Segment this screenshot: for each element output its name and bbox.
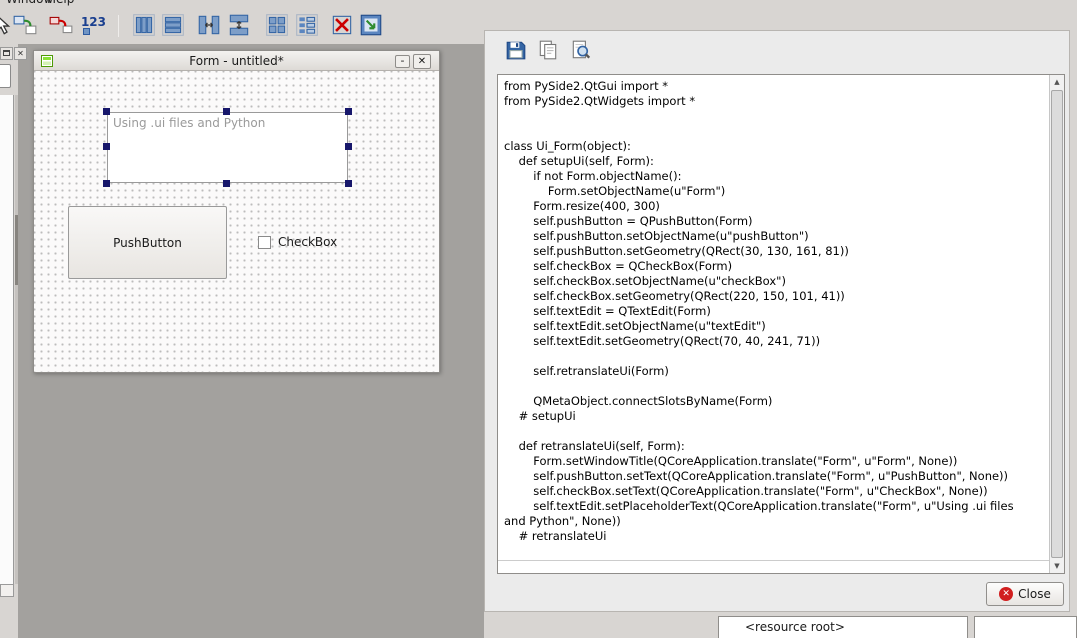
selection-handle-nw[interactable] [103,108,110,115]
close-button[interactable]: ✕ Close [986,582,1064,606]
layout-vertical-icon[interactable] [160,12,186,38]
dock-float-button[interactable] [0,47,13,60]
checkbox-label: CheckBox [278,235,337,249]
tab-order-square [83,28,90,35]
resource-browser-tree[interactable]: <resource root> [718,616,968,638]
scroll-down-icon[interactable]: ▼ [1050,559,1064,573]
find-icon[interactable] [570,39,592,61]
checkbox-indicator[interactable] [258,236,271,249]
widgetbox-panel [0,95,14,584]
copy-icon[interactable] [537,39,559,61]
form-window-title: Form - untitled* [34,54,439,68]
selection-handle-se[interactable] [345,180,352,187]
widgetbox-filter-input[interactable] [0,64,11,88]
toolbar-separator [118,15,119,37]
selection-handle-e[interactable] [345,143,352,150]
tab-order-label: 123 [81,15,106,29]
scrollbar-thumb[interactable] [1051,90,1063,558]
scroll-up-icon[interactable]: ▲ [1050,75,1064,89]
close-button-icon: ✕ [999,587,1013,601]
selection-handle-ne[interactable] [345,108,352,115]
form-editor-window: Form - untitled* - ✕ Using .ui files and… [33,50,440,373]
dock-float-icon [3,50,10,56]
minimize-button[interactable]: - [395,55,410,68]
selection-handle-sw[interactable] [103,180,110,187]
code-vertical-scrollbar[interactable]: ▲ ▼ [1049,75,1064,573]
widgetbox-scrollbar[interactable] [15,95,18,584]
code-preview-dialog: from PySide2.QtGui import * from PySide2… [484,30,1070,612]
layout-splitter-vertical-icon[interactable] [226,12,252,38]
layout-form-icon[interactable] [294,12,320,38]
menubar: Window Help [0,0,1077,7]
widgetbox-hscroll[interactable] [0,584,14,597]
selection-handle-s[interactable] [223,180,230,187]
layout-horizontal-icon[interactable] [131,12,157,38]
dock-close-icon: ✕ [17,49,24,58]
pushbutton-widget[interactable]: PushButton [68,206,227,279]
form-window-titlebar[interactable]: Form - untitled* - ✕ [34,51,439,71]
break-layout-icon[interactable] [329,12,355,38]
save-icon[interactable] [505,39,527,61]
code-view-bottom-divider [498,560,1049,561]
resource-browser-side-panel [974,616,1077,638]
widgetbox-scrollbar-thumb[interactable] [15,215,18,285]
layout-splitter-horizontal-icon[interactable] [196,12,222,38]
resource-root-item[interactable]: <resource root> [745,620,845,634]
edit-tab-order-icon[interactable]: 123 [81,12,107,38]
edit-buddies-icon[interactable] [48,12,74,38]
selection-handle-n[interactable] [223,108,230,115]
edit-signals-slots-icon[interactable] [12,12,38,38]
qt-designer-window: Window Help 123 [0,0,1077,638]
pushbutton-label: PushButton [113,236,182,250]
dock-close-button[interactable]: ✕ [14,47,27,60]
close-window-button[interactable]: ✕ [413,54,431,69]
menu-help[interactable]: Help [47,0,74,6]
textedit-placeholder: Using .ui files and Python [113,116,265,130]
textedit-widget[interactable]: Using .ui files and Python [107,112,348,183]
code-view-frame: from PySide2.QtGui import * from PySide2… [497,74,1065,574]
adjust-size-icon[interactable] [358,12,384,38]
form-canvas[interactable]: Using .ui files and Python PushButton Ch… [34,71,439,372]
layout-grid-icon[interactable] [264,12,290,38]
close-button-label: Close [1018,587,1051,601]
code-text[interactable]: from PySide2.QtGui import * from PySide2… [498,75,1049,558]
selection-handle-w[interactable] [103,143,110,150]
